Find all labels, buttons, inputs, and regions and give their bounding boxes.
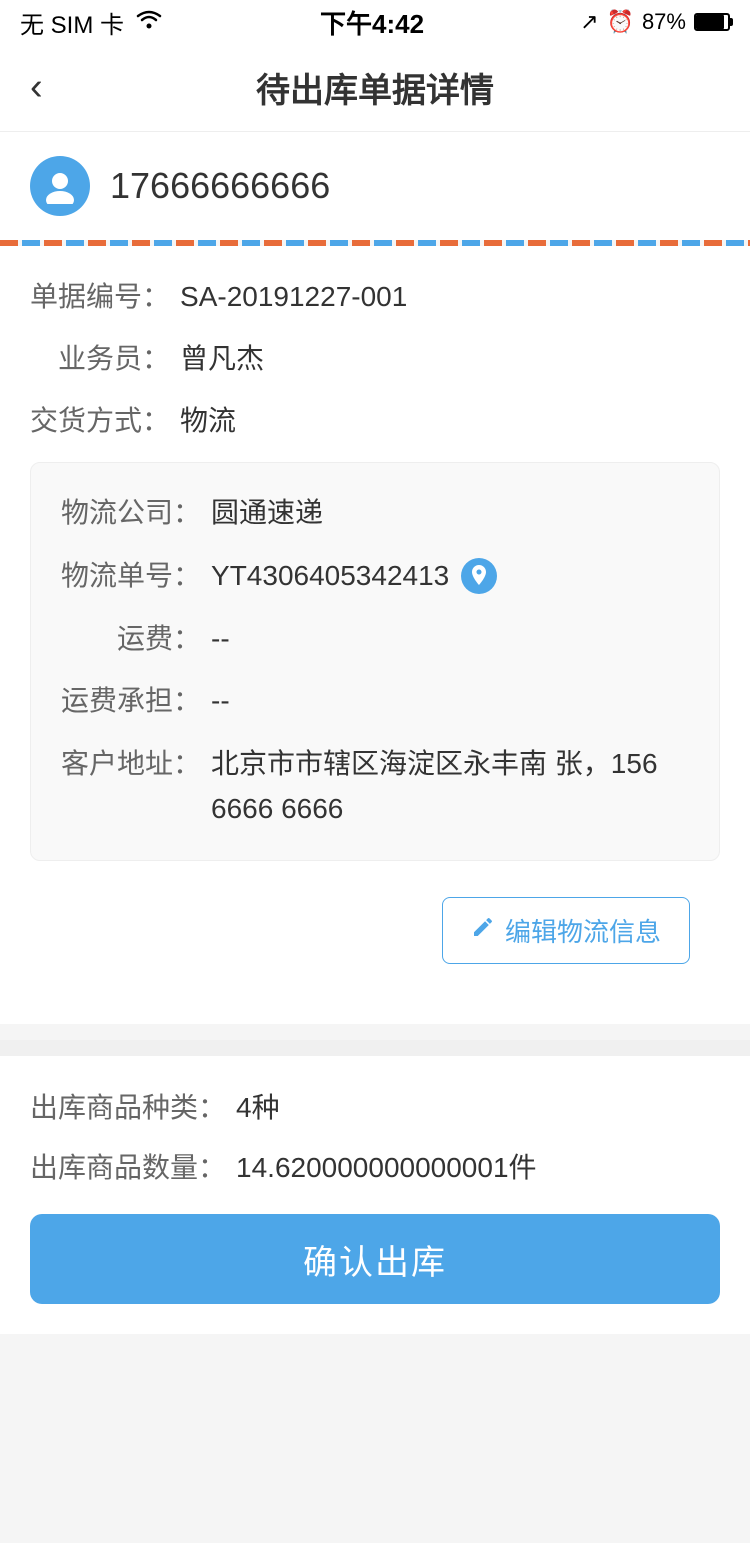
logistics-company-row: 物流公司： 圆通速递 xyxy=(61,491,689,536)
logistics-company-value: 圆通速递 xyxy=(211,491,689,536)
carrier-label: 无 SIM 卡 xyxy=(20,5,124,40)
tracking-location-icon[interactable] xyxy=(461,558,497,594)
bottom-spacer xyxy=(0,1333,750,1413)
freight-value: -- xyxy=(211,617,689,662)
logistics-card: 物流公司： 圆通速递 物流单号： YT4306405342413 运费： -- xyxy=(30,462,720,861)
confirm-outbound-button[interactable]: 确认出库 xyxy=(30,1214,720,1304)
goods-types-value: 4种 xyxy=(236,1086,280,1126)
logistics-tracking-label: 物流单号： xyxy=(61,554,201,599)
customer-phone: 17666666666 xyxy=(110,165,330,207)
goods-quantity-row: 出库商品数量： 14.620000000000001件 xyxy=(30,1146,720,1186)
freight-row: 运费： -- xyxy=(61,617,689,662)
status-right: ↗ ⏰ 87% xyxy=(580,9,730,35)
edit-logistics-button[interactable]: 编辑物流信息 xyxy=(442,897,690,964)
salesperson-value: 曾凡杰 xyxy=(180,338,720,380)
goods-types-label: 出库商品种类： xyxy=(30,1086,226,1126)
back-button[interactable]: ‹ xyxy=(30,66,43,109)
goods-quantity-value: 14.620000000000001件 xyxy=(236,1146,537,1186)
alarm-icon: ⏰ xyxy=(607,9,634,35)
logistics-tracking-row: 物流单号： YT4306405342413 xyxy=(61,554,689,599)
delivery-row: 交货方式： 物流 xyxy=(30,400,720,442)
doc-number-label: 单据编号： xyxy=(30,276,170,318)
nav-bar: ‹ 待出库单据详情 xyxy=(0,44,750,132)
battery-label: 87% xyxy=(642,9,686,35)
section-divider xyxy=(0,1040,750,1056)
goods-quantity-label: 出库商品数量： xyxy=(30,1146,226,1186)
logistics-tracking-value: YT4306405342413 xyxy=(211,554,689,599)
status-bar: 无 SIM 卡 下午4:42 ↗ ⏰ 87% xyxy=(0,0,750,44)
customer-header: 17666666666 xyxy=(0,132,750,240)
document-info-section: 单据编号： SA-20191227-001 业务员： 曾凡杰 交货方式： 物流 … xyxy=(0,246,750,1024)
edit-btn-container: 编辑物流信息 xyxy=(30,877,720,994)
edit-logistics-label: 编辑物流信息 xyxy=(505,912,661,949)
goods-types-row: 出库商品种类： 4种 xyxy=(30,1086,720,1126)
freight-label: 运费： xyxy=(61,617,201,662)
logistics-company-label: 物流公司： xyxy=(61,491,201,536)
freight-bearer-label: 运费承担： xyxy=(61,679,201,724)
address-label: 客户地址： xyxy=(61,742,201,787)
page-title: 待出库单据详情 xyxy=(256,63,494,112)
doc-number-value: SA-20191227-001 xyxy=(180,276,720,318)
confirm-btn-wrap: 确认出库 xyxy=(0,1194,750,1334)
battery-icon xyxy=(694,13,730,31)
delivery-label: 交货方式： xyxy=(30,400,170,442)
doc-number-row: 单据编号： SA-20191227-001 xyxy=(30,276,720,318)
address-value: 北京市市辖区海淀区永丰南 张，156 6666 6666 xyxy=(211,742,689,832)
freight-bearer-row: 运费承担： -- xyxy=(61,679,689,724)
time-label: 下午4:42 xyxy=(320,4,424,41)
salesperson-label: 业务员： xyxy=(30,338,170,380)
wifi-icon xyxy=(134,8,164,36)
avatar xyxy=(30,156,90,216)
edit-icon xyxy=(471,915,495,946)
status-left: 无 SIM 卡 xyxy=(20,5,164,40)
delivery-value: 物流 xyxy=(180,400,720,442)
salesperson-row: 业务员： 曾凡杰 xyxy=(30,338,720,380)
freight-bearer-value: -- xyxy=(211,679,689,724)
address-row: 客户地址： 北京市市辖区海淀区永丰南 张，156 6666 6666 xyxy=(61,742,689,832)
location-status-icon: ↗ xyxy=(580,9,598,35)
